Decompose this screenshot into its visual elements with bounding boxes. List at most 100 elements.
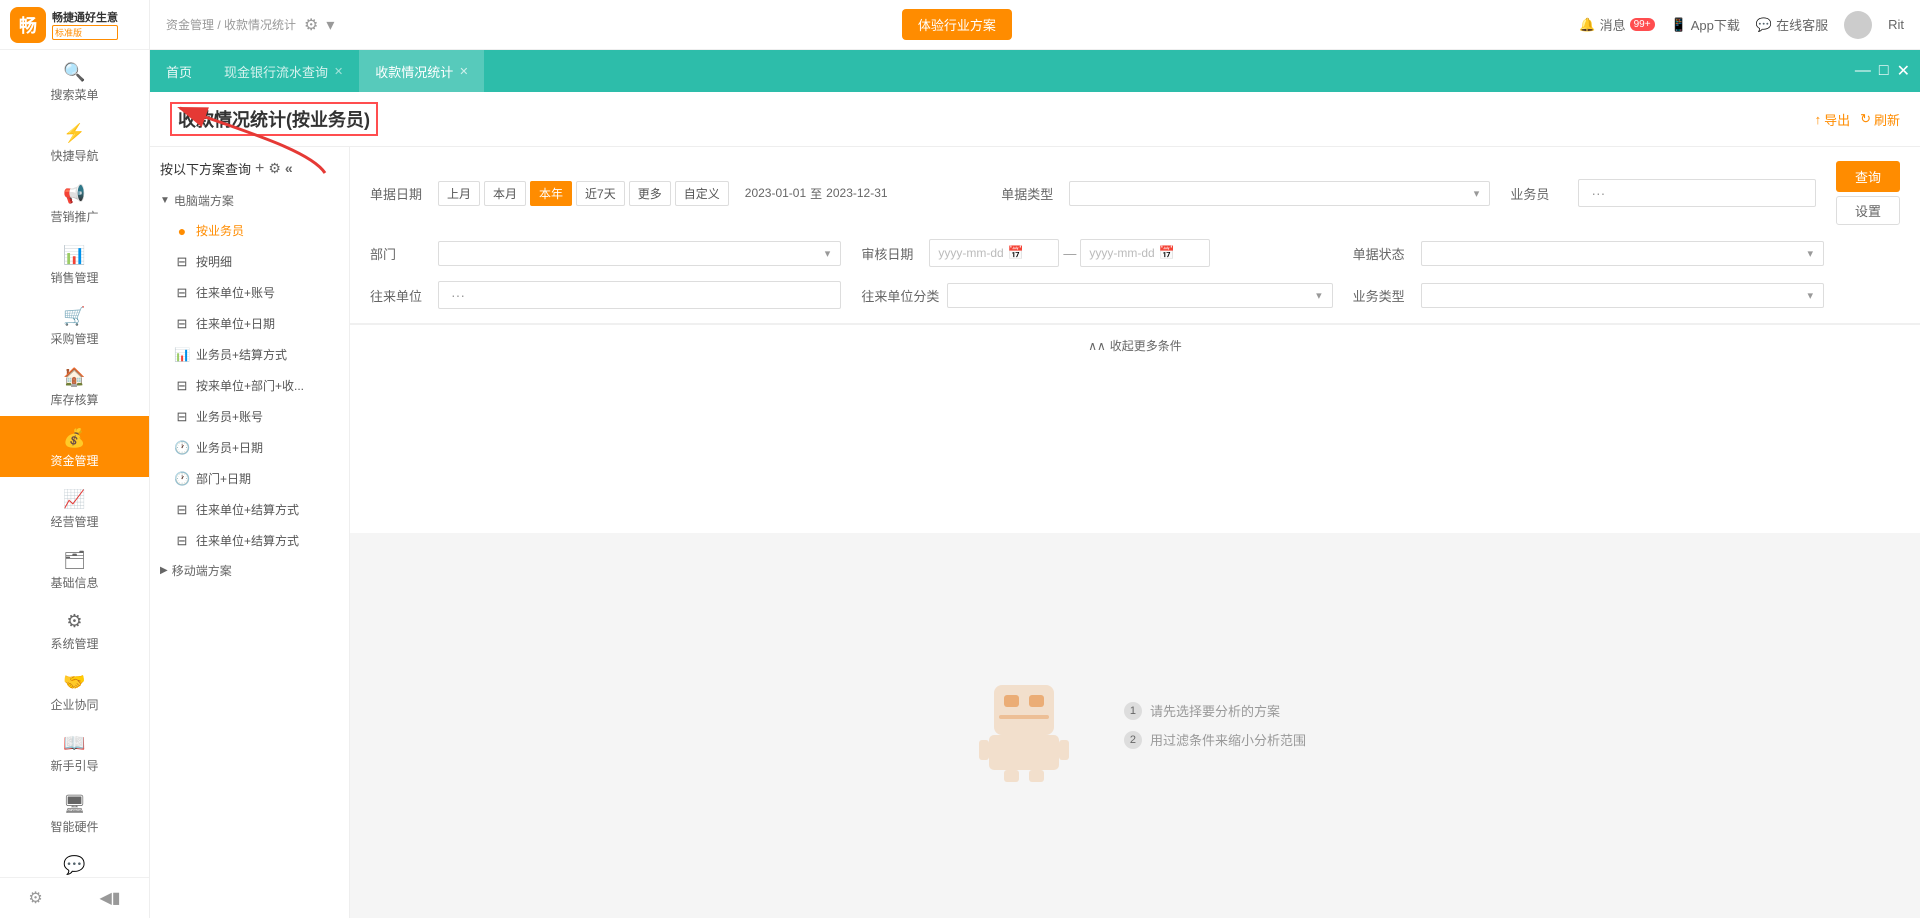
sidebar-item-guide[interactable]: 📖 新手引导: [0, 721, 149, 782]
counterpart-select[interactable]: ···: [438, 281, 841, 309]
salesperson-dots[interactable]: ···: [1591, 185, 1605, 201]
scheme-item-salesperson-date-label: 业务员+日期: [196, 439, 263, 456]
audit-date-end-input[interactable]: yyyy-mm-dd 📅: [1080, 239, 1210, 267]
sidebar-item-enterprise[interactable]: 🤝 企业协同: [0, 660, 149, 721]
sidebar-collapse-icon[interactable]: ◀▮: [99, 888, 120, 908]
sidebar-item-purchase[interactable]: 🛒 采购管理: [0, 294, 149, 355]
scheme-item-by-detail[interactable]: ⊟ 按明细: [150, 246, 349, 277]
tab-home[interactable]: 首页: [150, 62, 208, 81]
audit-date-range: yyyy-mm-dd 📅 — yyyy-mm-dd 📅: [929, 239, 1210, 267]
scheme-item-by-counterpart-dept[interactable]: ⊟ 按来单位+部门+收...: [150, 370, 349, 401]
sidebar-item-operations[interactable]: 📈 经营管理: [0, 477, 149, 538]
sidebar-item-inventory[interactable]: 🏠 库存核算: [0, 355, 149, 416]
date-range-start: 2023-01-01: [745, 186, 806, 200]
logo-icon: 畅: [10, 7, 46, 43]
counterpart-category-chevron: ▾: [1316, 289, 1322, 302]
scheme-item-counterpart-settlement1[interactable]: ⊟ 往来单位+结算方式: [150, 494, 349, 525]
salesperson-settlement-icon: 📊: [174, 347, 190, 363]
sidebar-item-system-label: 系统管理: [50, 635, 98, 652]
date-btn-custom[interactable]: 自定义: [675, 181, 729, 206]
scheme-item-by-salesperson[interactable]: ● 按业务员: [150, 215, 349, 246]
tab-bank-flow-close[interactable]: ✕: [334, 65, 343, 78]
scheme-collapse-icon[interactable]: «: [285, 160, 293, 178]
tab-maximize-icon[interactable]: □: [1879, 62, 1889, 80]
notification-label: 消息: [1600, 15, 1626, 34]
scheme-item-counterpart-date[interactable]: ⊟ 往来单位+日期: [150, 308, 349, 339]
sidebar-settings-icon[interactable]: ⚙: [28, 888, 42, 908]
scheme-item-counterpart-account[interactable]: ⊟ 往来单位+账号: [150, 277, 349, 308]
scheme-add-icon[interactable]: +: [255, 160, 264, 178]
scheme-item-detail-label: 按明细: [196, 253, 232, 270]
filter-content: 单据日期 上月 本月 本年 近7天 更多 自定义: [350, 147, 1920, 324]
scheme-item-dept-date[interactable]: 🕐 部门+日期: [150, 463, 349, 494]
refresh-label: 刷新: [1874, 110, 1900, 129]
app-download-item[interactable]: 📱 App下载: [1671, 15, 1740, 34]
filter-action-bar: ∧∧ 收起更多条件: [350, 324, 1920, 366]
counterpart-category-select[interactable]: ▾: [947, 283, 1332, 308]
date-btn-last-7days[interactable]: 近7天: [576, 181, 625, 206]
sidebar-item-search[interactable]: 🔍 搜索菜单: [0, 50, 149, 111]
detail-icon: ⊟: [174, 254, 190, 270]
tab-collection-stats[interactable]: 收款情况统计 ✕: [359, 50, 484, 92]
sidebar-item-basic[interactable]: 🗂 基础信息: [0, 538, 149, 599]
scheme-item-salesperson-account[interactable]: ⊟ 业务员+账号: [150, 401, 349, 432]
logo-badge: 标准版: [52, 25, 118, 40]
header-dropdown-icon[interactable]: ▾: [326, 15, 334, 35]
user-avatar[interactable]: [1844, 11, 1872, 39]
right-panel: 单据日期 上月 本月 本年 近7天 更多 自定义: [350, 147, 1920, 918]
scheme-header-title: 按以下方案查询: [160, 159, 251, 178]
scheme-pc-section: ▼ 电脑端方案 ● 按业务员 ⊟ 按明细 ⊟ 往: [150, 186, 349, 556]
scheme-settings-icon[interactable]: ⚙: [268, 160, 281, 178]
business-type-select[interactable]: ▾: [1421, 283, 1824, 308]
scheme-pc-section-title[interactable]: ▼ 电脑端方案: [150, 186, 349, 215]
collapse-conditions-btn[interactable]: ∧∧ 收起更多条件: [1088, 337, 1182, 354]
tab-bank-flow[interactable]: 现金银行流水查询 ✕: [208, 50, 359, 92]
refresh-btn[interactable]: ↻ 刷新: [1860, 110, 1900, 129]
salesperson-select[interactable]: ···: [1578, 179, 1816, 207]
notification-item[interactable]: 🔔 消息 99+: [1579, 15, 1654, 34]
sidebar-item-marketing[interactable]: 📢 营销推广: [0, 172, 149, 233]
salesperson-account-icon: ⊟: [174, 409, 190, 425]
scheme-item-salesperson-settlement[interactable]: 📊 业务员+结算方式: [150, 339, 349, 370]
sidebar-item-sales-label: 销售管理: [50, 269, 98, 286]
top-header: 资金管理 / 收款情况统计 ⚙ ▾ 体验行业方案 🔔 消息 99+ 📱 App下…: [150, 0, 1920, 50]
doc-type-select[interactable]: ▾: [1069, 181, 1490, 206]
doc-status-label: 单据状态: [1353, 244, 1413, 263]
scheme-mobile-section-title[interactable]: ▶ 移动端方案: [150, 556, 349, 585]
date-btn-this-year[interactable]: 本年: [530, 181, 572, 206]
salesperson-label: 业务员: [1510, 184, 1570, 203]
query-button[interactable]: 查询: [1836, 161, 1900, 192]
date-btn-this-month[interactable]: 本月: [484, 181, 526, 206]
trial-button[interactable]: 体验行业方案: [902, 9, 1012, 40]
empty-tips: 1 请先选择要分析的方案 2 用过滤条件来缩小分析范围: [1124, 701, 1306, 749]
sidebar-item-hardware[interactable]: 🖥 智能硬件: [0, 782, 149, 843]
inventory-icon: 🏠: [63, 367, 85, 388]
dept-label: 部门: [370, 244, 430, 263]
settings-button[interactable]: 设置: [1836, 196, 1900, 225]
tab-minimize-icon[interactable]: —: [1855, 62, 1871, 80]
dept-select[interactable]: ▾: [438, 241, 841, 266]
export-btn[interactable]: ↑ 导出: [1815, 110, 1851, 129]
tab-bank-flow-label: 现金银行流水查询: [224, 62, 328, 81]
download-icon: 📱: [1671, 17, 1687, 33]
search-menu-icon: 🔍: [63, 62, 85, 83]
sidebar-item-sales[interactable]: 📊 销售管理: [0, 233, 149, 294]
online-service-item[interactable]: 💬 在线客服: [1756, 15, 1828, 34]
date-btn-more[interactable]: 更多: [629, 181, 671, 206]
audit-date-start-input[interactable]: yyyy-mm-dd 📅: [929, 239, 1059, 267]
action-buttons: 查询 设置: [1836, 161, 1900, 225]
counterpart-dots[interactable]: ···: [451, 287, 465, 303]
sidebar-item-wechat[interactable]: 💬 企业微信: [0, 843, 149, 877]
tab-collection-stats-close[interactable]: ✕: [459, 65, 468, 78]
tab-close-icon[interactable]: ✕: [1897, 61, 1910, 81]
header-gear-icon[interactable]: ⚙: [304, 15, 318, 35]
scheme-item-salesperson-account-label: 业务员+账号: [196, 408, 263, 425]
scheme-item-counterpart-settlement2[interactable]: ⊟ 往来单位+结算方式: [150, 525, 349, 556]
sidebar-item-finance[interactable]: 💰 资金管理: [0, 416, 149, 477]
empty-tip-1: 1 请先选择要分析的方案: [1124, 701, 1306, 720]
scheme-item-salesperson-date[interactable]: 🕐 业务员+日期: [150, 432, 349, 463]
date-btn-last-month[interactable]: 上月: [438, 181, 480, 206]
sidebar-item-system[interactable]: ⚙ 系统管理: [0, 599, 149, 660]
doc-status-select[interactable]: ▾: [1421, 241, 1824, 266]
sidebar-item-quicknav[interactable]: ⚡ 快捷导航: [0, 111, 149, 172]
